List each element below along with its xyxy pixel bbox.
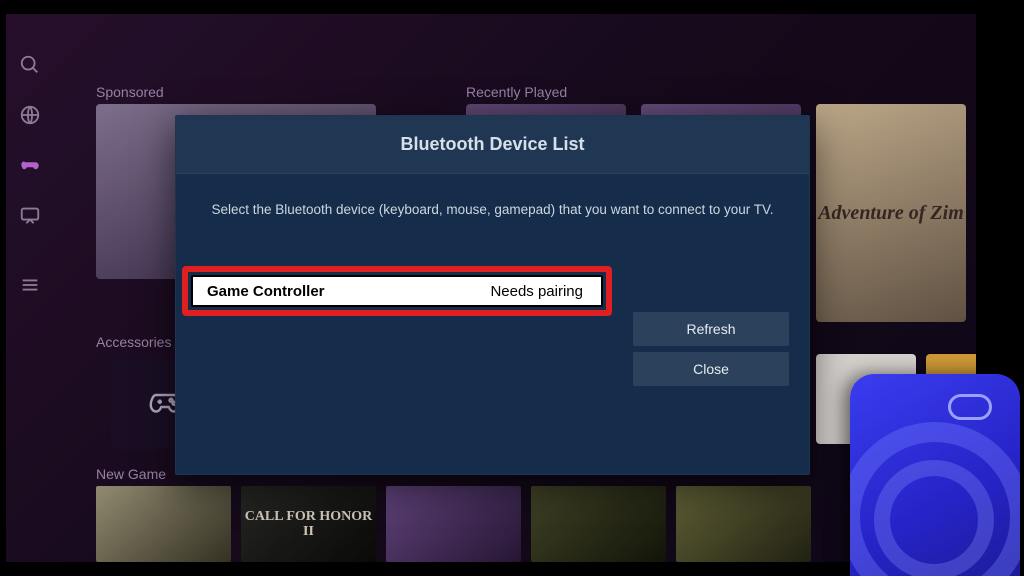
phone-camera-cutout: [948, 394, 992, 420]
chat-icon[interactable]: [19, 204, 41, 226]
tile-title: Adventure of Zim: [818, 202, 964, 225]
section-label-recently-played: Recently Played: [466, 84, 567, 100]
device-name: Game Controller: [207, 283, 325, 300]
tile-title: CALL FOR HONOR II: [241, 509, 376, 540]
refresh-button[interactable]: Refresh: [633, 312, 789, 346]
section-label-new-game: New Game: [96, 466, 166, 482]
device-list-item[interactable]: Game Controller Needs pairing: [182, 266, 612, 316]
game-tile[interactable]: CALL FOR HONOR II: [241, 486, 376, 562]
recently-played-tile[interactable]: Adventure of Zim: [816, 104, 966, 322]
new-game-row: CALL FOR HONOR II: [96, 486, 811, 562]
menu-icon[interactable]: [19, 274, 41, 296]
phone-overlay: [850, 374, 1020, 576]
dialog-description: Select the Bluetooth device (keyboard, m…: [176, 174, 809, 239]
section-label-sponsored: Sponsored: [96, 84, 164, 100]
decorative-ring: [874, 460, 994, 576]
device-status: Needs pairing: [490, 283, 583, 300]
gamepad-icon[interactable]: [19, 154, 41, 176]
close-button[interactable]: Close: [633, 352, 789, 386]
globe-icon[interactable]: [19, 104, 41, 126]
dialog-title: Bluetooth Device List: [176, 116, 809, 174]
bluetooth-device-list-dialog: Bluetooth Device List Select the Bluetoo…: [175, 115, 810, 475]
section-label-accessories: Accessories: [96, 334, 171, 350]
game-tile[interactable]: [676, 486, 811, 562]
game-tile[interactable]: [96, 486, 231, 562]
left-sidebar: [6, 14, 54, 562]
game-tile[interactable]: [531, 486, 666, 562]
game-tile[interactable]: [386, 486, 521, 562]
search-icon[interactable]: [19, 54, 41, 76]
